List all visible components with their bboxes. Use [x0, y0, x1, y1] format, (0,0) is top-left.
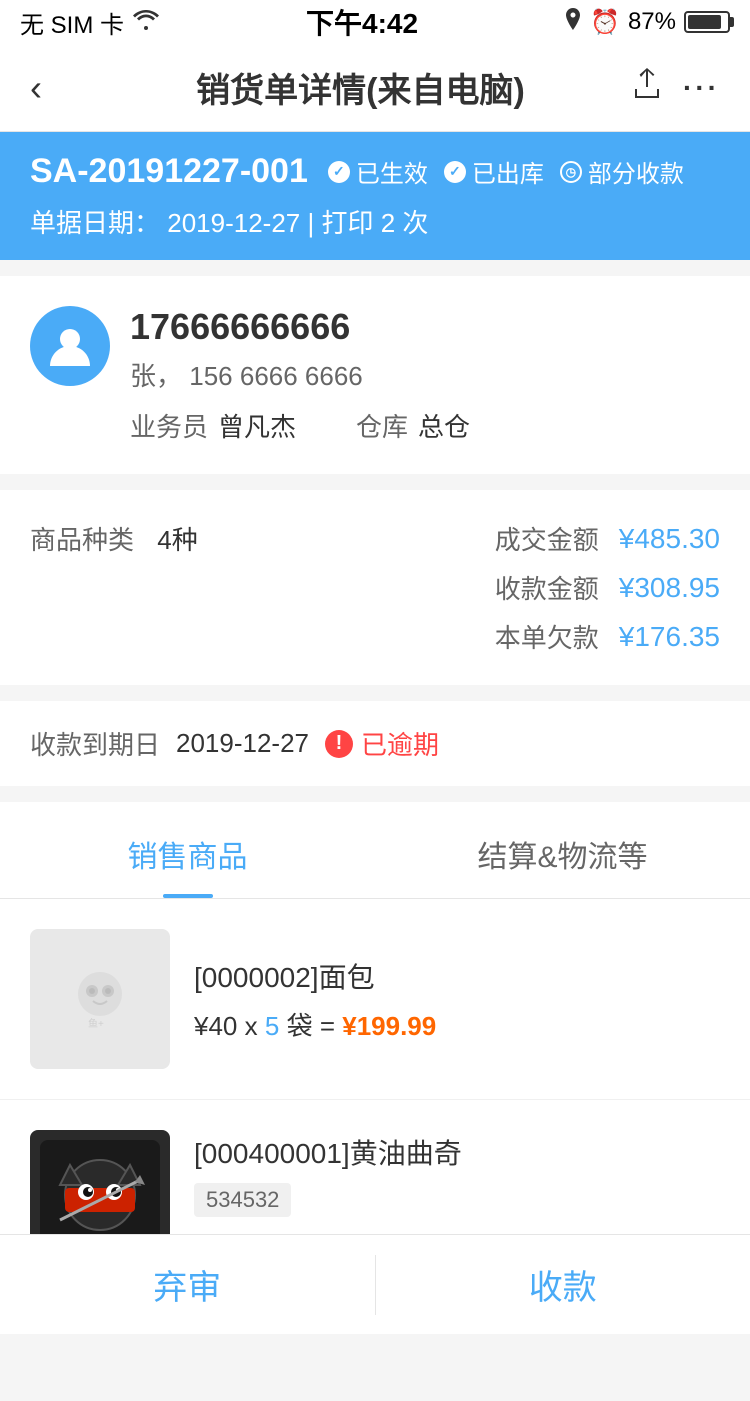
product-name-2: [000400001]黄油曲奇: [194, 1132, 720, 1172]
status-badge-1: ✓ 已生效: [328, 154, 428, 189]
banner-sub: 单据日期： 2019-12-27 | 打印 2 次: [30, 203, 720, 240]
warehouse-meta: 仓库 总仓: [356, 407, 470, 444]
due-section: 收款到期日 2019-12-27 ! 已逾期: [0, 701, 750, 786]
confirm-button[interactable]: 收款: [376, 1240, 750, 1329]
clock-icon: ◷: [560, 161, 582, 183]
status-badge-2: ✓ 已出库: [444, 154, 544, 189]
tabs-section: 销售商品 结算&物流等 鱼+ [0000002]面包: [0, 802, 750, 1301]
location-icon: [564, 8, 582, 37]
page-title: 销货单详情(来自电脑): [196, 63, 525, 112]
battery-label: 87%: [628, 8, 676, 36]
back-button[interactable]: ‹: [30, 67, 90, 109]
stats-left: 商品种类 4种: [30, 520, 198, 567]
product-name-1: [0000002]面包: [194, 956, 720, 996]
receipt-amount-row: 收款金额 ¥308.95: [495, 569, 720, 606]
customer-phone: 张， 156 6666 6666: [130, 356, 720, 393]
product-tag-2: 534532: [194, 1183, 291, 1217]
banner-top: SA-20191227-001 ✓ 已生效 ✓ 已出库 ◷ 部分收款: [30, 152, 720, 191]
salesperson-meta: 业务员 曾凡杰: [130, 407, 296, 444]
order-id: SA-20191227-001: [30, 152, 308, 191]
list-item: 鱼+ [0000002]面包 ¥40 x 5 袋 = ¥199.99: [0, 899, 750, 1100]
tabs-header: 销售商品 结算&物流等: [0, 802, 750, 899]
battery-icon: [684, 11, 730, 33]
alarm-icon: ⏰: [590, 8, 620, 37]
avatar: [30, 306, 110, 386]
svg-text:鱼+: 鱼+: [88, 1017, 104, 1030]
more-icon[interactable]: ···: [683, 72, 720, 104]
overdue-icon: !: [325, 730, 353, 758]
nav-actions: ···: [631, 68, 720, 108]
cancel-button[interactable]: 弃审: [0, 1240, 375, 1329]
wifi-icon: [132, 8, 160, 37]
header-banner: SA-20191227-001 ✓ 已生效 ✓ 已出库 ◷ 部分收款 单据日期：…: [0, 132, 750, 260]
tab-settlement[interactable]: 结算&物流等: [375, 802, 750, 898]
check-icon-2: ✓: [444, 161, 466, 183]
overdue-badge: ! 已逾期: [325, 725, 439, 762]
status-bar: 无 SIM 卡 下午4:42 ⏰ 87%: [0, 0, 750, 44]
tab-sales-products[interactable]: 销售商品: [0, 802, 375, 898]
check-icon-1: ✓: [328, 161, 350, 183]
product-thumbnail-1: 鱼+: [30, 929, 170, 1069]
time-display: 下午4:42: [306, 2, 418, 42]
product-price-1: ¥40 x 5 袋 = ¥199.99: [194, 1006, 720, 1043]
status-right: ⏰ 87%: [564, 8, 730, 37]
status-badges: ✓ 已生效 ✓ 已出库 ◷ 部分收款: [328, 154, 684, 189]
product-info-1: [0000002]面包 ¥40 x 5 袋 = ¥199.99: [194, 956, 720, 1043]
stats-section: 商品种类 4种 成交金额 ¥485.30 收款金额 ¥308.95 本单欠款 ¥…: [0, 490, 750, 685]
customer-meta: 业务员 曾凡杰 仓库 总仓: [130, 407, 720, 444]
status-badge-3: ◷ 部分收款: [560, 154, 684, 189]
stats-right: 成交金额 ¥485.30 收款金额 ¥308.95 本单欠款 ¥176.35: [495, 520, 720, 655]
status-left: 无 SIM 卡: [20, 5, 160, 40]
deal-amount-row: 成交金额 ¥485.30: [495, 520, 720, 557]
customer-info: 17666666666 张， 156 6666 6666 业务员 曾凡杰 仓库 …: [130, 306, 720, 444]
nav-bar: ‹ 销货单详情(来自电脑) ···: [0, 44, 750, 132]
due-amount-row: 本单欠款 ¥176.35: [495, 618, 720, 655]
customer-name: 17666666666: [130, 306, 720, 348]
share-icon[interactable]: [631, 68, 663, 108]
bottom-bar: 弃审 收款: [0, 1234, 750, 1334]
customer-section: 17666666666 张， 156 6666 6666 业务员 曾凡杰 仓库 …: [0, 276, 750, 474]
carrier-label: 无 SIM 卡: [20, 5, 124, 40]
